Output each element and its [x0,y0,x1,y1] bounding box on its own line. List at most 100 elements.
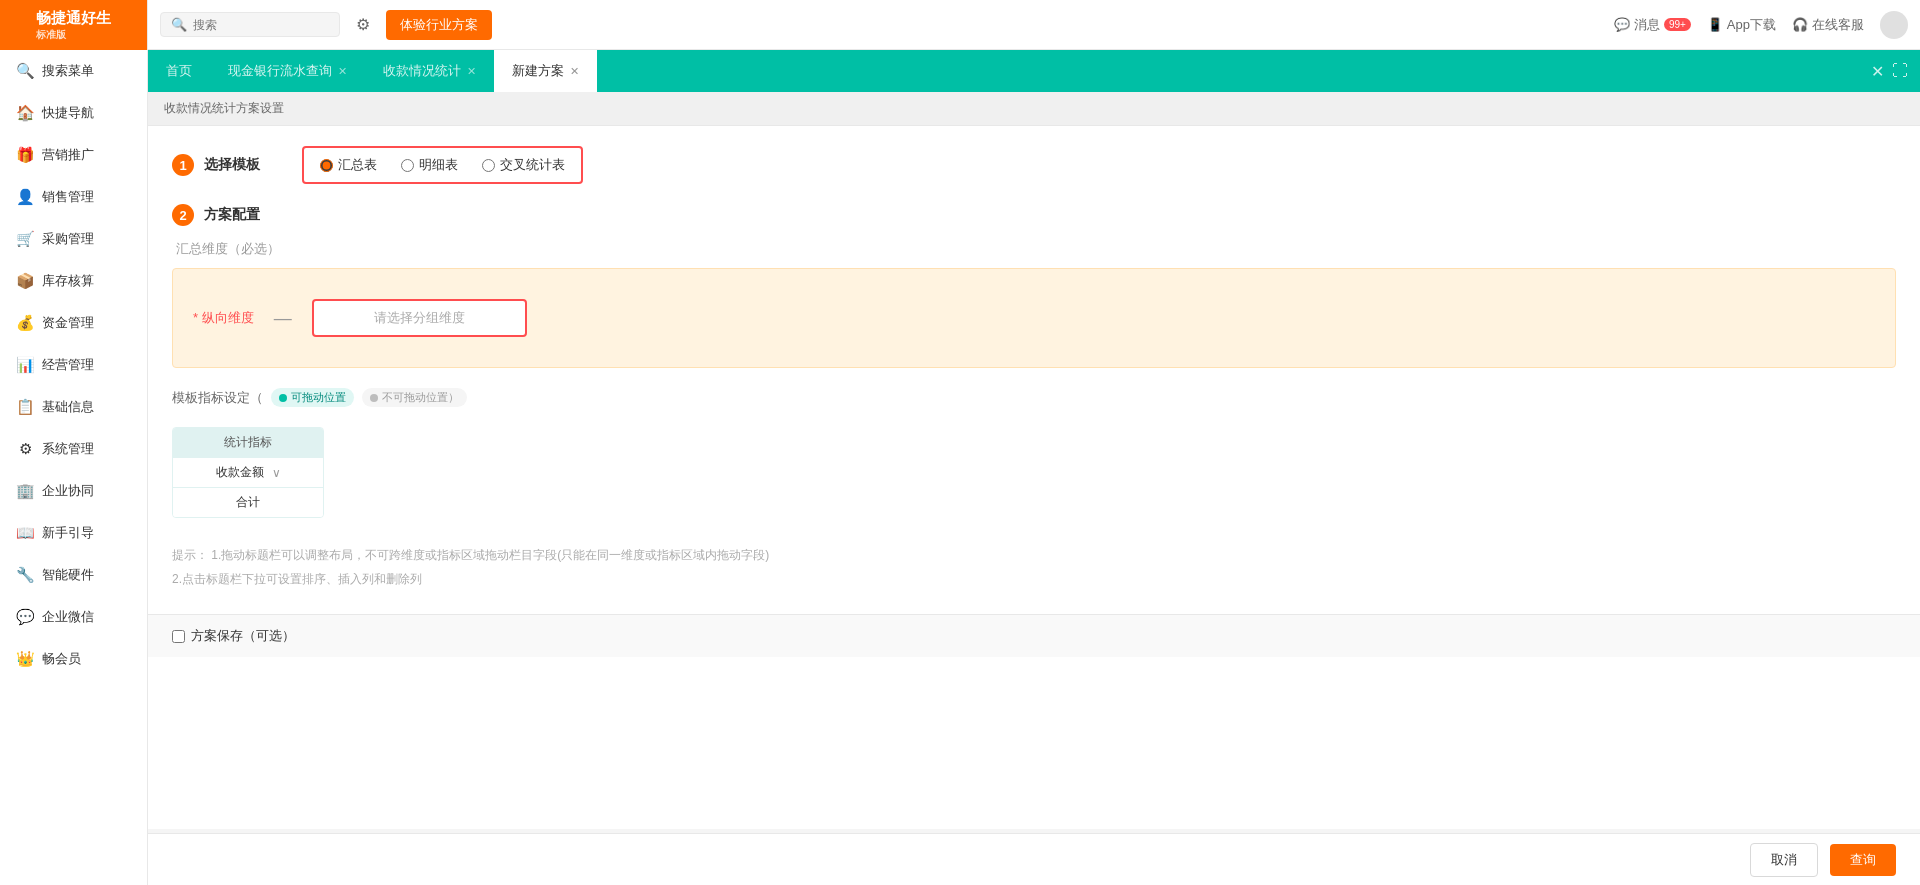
headset-icon: 🎧 [1792,17,1808,32]
step1-section: 1 选择模板 汇总表 明细表 交叉统计表 [172,146,1896,184]
money-icon: 💰 [16,314,34,332]
gift-icon: 🎁 [16,146,34,164]
hardware-icon: 🔧 [16,566,34,584]
download-button[interactable]: 📱 App下载 [1707,16,1776,34]
sidebar-item-base-info[interactable]: 📋 基础信息 [0,386,147,428]
message-badge: 99+ [1664,18,1691,31]
sidebar-label: 快捷导航 [42,104,94,122]
user-avatar[interactable] [1880,11,1908,39]
support-button[interactable]: 🎧 在线客服 [1792,16,1864,34]
form-container: 1 选择模板 汇总表 明细表 交叉统计表 [148,126,1920,829]
tip-2: 2.点击标题栏下拉可设置排序、插入列和删除列 [172,569,1896,591]
step2-section: 2 方案配置 汇总维度（必选） * 纵向维度 — 请选择分组维度 [172,204,1896,590]
chevron-down-icon[interactable]: ∨ [272,466,281,480]
home-icon: 🏠 [16,104,34,122]
sidebar-item-guide[interactable]: 📖 新手引导 [0,512,147,554]
dimension-subsection: 汇总维度（必选） * 纵向维度 — 请选择分组维度 [172,240,1896,368]
expand-icon[interactable]: ⛶ [1892,62,1908,80]
tips-section: 提示： 1.拖动标题栏可以调整布局，不可跨维度或指标区域拖动栏目字段(只能在同一… [172,545,1896,590]
gear-icon: ⚙ [16,440,34,458]
search-input[interactable] [193,18,313,32]
sidebar-item-membership[interactable]: 👑 畅会员 [0,638,147,680]
sidebar-item-sales[interactable]: 👤 销售管理 [0,176,147,218]
sidebar-item-operation[interactable]: 📊 经营管理 [0,344,147,386]
sidebar: 畅捷通好生 标准版 🔍 搜索菜单 🏠 快捷导航 🎁 营销推广 👤 销售管理 🛒 … [0,0,148,885]
dimension-placeholder[interactable]: 请选择分组维度 [312,299,527,337]
close-cashflow-icon[interactable]: ✕ [338,65,347,78]
tab-home[interactable]: 首页 [148,50,210,92]
non-draggable-dot [370,394,378,402]
main-area: 🔍 ⚙ 体验行业方案 💬 消息 99+ 📱 App下载 🎧 在线客服 [148,0,1920,885]
message-button[interactable]: 💬 消息 99+ [1614,16,1691,34]
stats-row[interactable]: 收款金额 ∨ [173,457,323,487]
logo-text: 畅捷通好生 [36,9,111,28]
sidebar-item-search-menu[interactable]: 🔍 搜索菜单 [0,50,147,92]
user-icon: 👤 [16,188,34,206]
sidebar-item-inventory[interactable]: 📦 库存核算 [0,260,147,302]
dimension-area: * 纵向维度 — 请选择分组维度 [172,268,1896,368]
sidebar-label: 系统管理 [42,440,94,458]
radio-cross[interactable] [482,159,495,172]
draggable-dot [279,394,287,402]
sidebar-label: 新手引导 [42,524,94,542]
enterprise-icon: 🏢 [16,482,34,500]
sidebar-label: 企业微信 [42,608,94,626]
metrics-config: 模板指标设定（ 可拖动位置 不可拖动位置） 统计指标 [172,388,1896,521]
save-label: 方案保存（可选） [191,627,295,645]
step1-number: 1 [172,154,194,176]
step2-header: 2 方案配置 [172,204,1896,226]
sidebar-label: 资金管理 [42,314,94,332]
option-detail[interactable]: 明细表 [401,156,458,174]
topbar: 🔍 ⚙ 体验行业方案 💬 消息 99+ 📱 App下载 🎧 在线客服 [148,0,1920,50]
metrics-label: 模板指标设定（ 可拖动位置 不可拖动位置） [172,388,1896,407]
crown-icon: 👑 [16,650,34,668]
dimension-label: 汇总维度（必选） [172,240,1896,258]
close-new-plan-icon[interactable]: ✕ [570,65,579,78]
radio-detail[interactable] [401,159,414,172]
stats-header: 统计指标 [173,428,323,457]
tip-1: 提示： 1.拖动标题栏可以调整布局，不可跨维度或指标区域拖动栏目字段(只能在同一… [172,545,1896,567]
sidebar-label: 智能硬件 [42,566,94,584]
option-summary[interactable]: 汇总表 [320,156,377,174]
close-collection-icon[interactable]: ✕ [467,65,476,78]
query-button[interactable]: 查询 [1830,844,1896,876]
sidebar-item-system[interactable]: ⚙ 系统管理 [0,428,147,470]
sidebar-label: 采购管理 [42,230,94,248]
tab-cashflow[interactable]: 现金银行流水查询 ✕ [210,50,365,92]
step1-header: 1 选择模板 汇总表 明细表 交叉统计表 [172,146,1896,184]
close-all-icon[interactable]: ✕ [1871,62,1884,81]
draggable-badge: 可拖动位置 [271,388,354,407]
sidebar-item-finance[interactable]: 💰 资金管理 [0,302,147,344]
sidebar-label: 库存核算 [42,272,94,290]
option-cross[interactable]: 交叉统计表 [482,156,565,174]
logo: 畅捷通好生 标准版 [0,0,147,50]
tab-new-plan[interactable]: 新建方案 ✕ [494,50,597,92]
list-icon: 📋 [16,398,34,416]
sidebar-item-quick-nav[interactable]: 🏠 快捷导航 [0,92,147,134]
box-icon: 📦 [16,272,34,290]
sidebar-item-smart-hardware[interactable]: 🔧 智能硬件 [0,554,147,596]
search-icon: 🔍 [16,62,34,80]
radio-summary[interactable] [320,159,333,172]
sidebar-item-purchase[interactable]: 🛒 采购管理 [0,218,147,260]
sidebar-label: 经营管理 [42,356,94,374]
non-draggable-badge: 不可拖动位置） [362,388,467,407]
sidebar-label: 销售管理 [42,188,94,206]
sidebar-item-wechat[interactable]: 💬 企业微信 [0,596,147,638]
content-area: 收款情况统计方案设置 1 选择模板 汇总表 明细表 [148,92,1920,885]
trial-button[interactable]: 体验行业方案 [386,10,492,40]
save-checkbox[interactable] [172,630,185,643]
settings-icon[interactable]: ⚙ [348,10,378,40]
cancel-button[interactable]: 取消 [1750,843,1818,877]
nav-tabs: 首页 现金银行流水查询 ✕ 收款情况统计 ✕ 新建方案 ✕ ✕ ⛶ [148,50,1920,92]
cart-icon: 🛒 [16,230,34,248]
sidebar-label: 畅会员 [42,650,81,668]
step2-number: 2 [172,204,194,226]
sidebar-item-marketing[interactable]: 🎁 营销推广 [0,134,147,176]
stats-total-row: 合计 [173,487,323,517]
topbar-right: 💬 消息 99+ 📱 App下载 🎧 在线客服 [1614,11,1908,39]
tab-collection[interactable]: 收款情况统计 ✕ [365,50,494,92]
search-box[interactable]: 🔍 [160,12,340,37]
vertical-label: * 纵向维度 [193,309,254,327]
sidebar-item-enterprise[interactable]: 🏢 企业协同 [0,470,147,512]
